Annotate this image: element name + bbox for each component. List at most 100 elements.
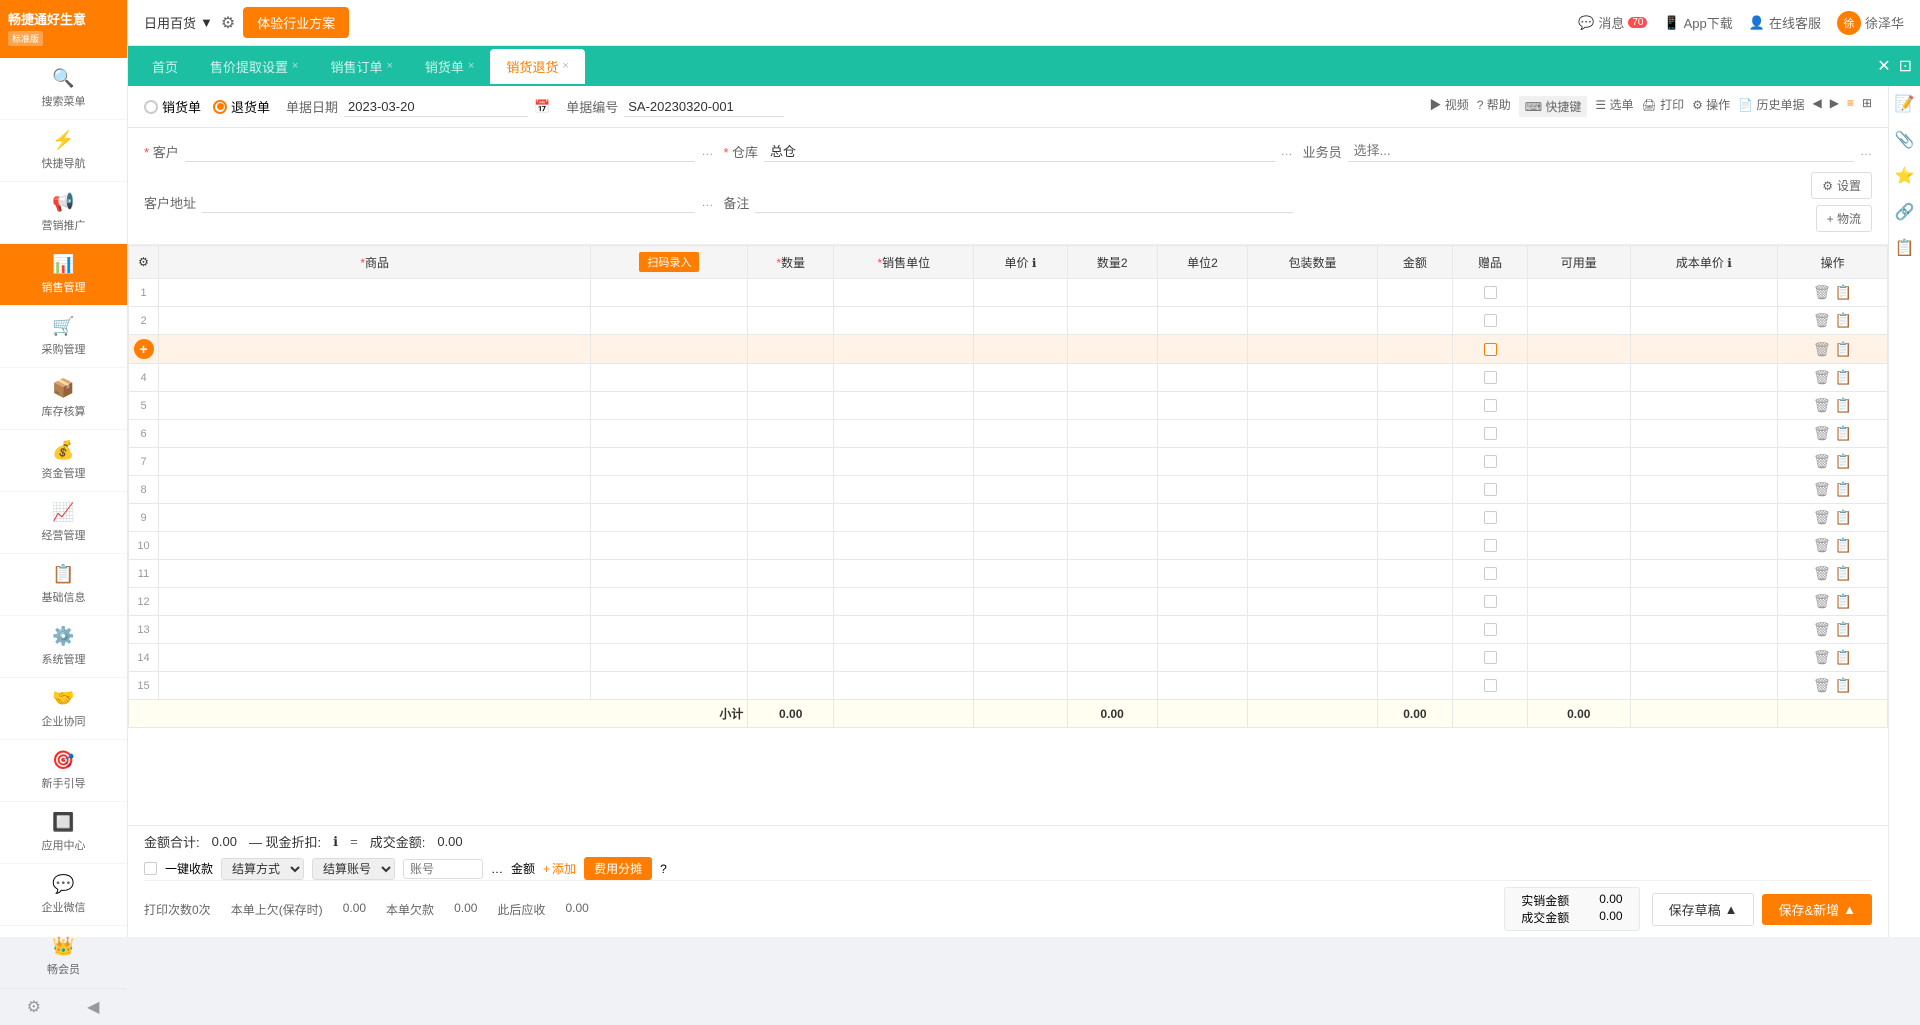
customer-input[interactable]	[185, 140, 696, 162]
qty2-cell[interactable]	[1067, 588, 1157, 616]
shortcut-btn[interactable]: ⌨ 快捷键	[1519, 96, 1588, 117]
settlement-select[interactable]: 结算方式	[221, 858, 304, 880]
cost-price-cell[interactable]	[1630, 448, 1778, 476]
amount-cell[interactable]	[1377, 307, 1452, 335]
gift-cell[interactable]	[1452, 644, 1527, 672]
available-cell[interactable]	[1528, 532, 1630, 560]
available-cell[interactable]	[1528, 504, 1630, 532]
amount-cell[interactable]	[1377, 504, 1452, 532]
gift-checkbox[interactable]	[1484, 399, 1497, 412]
product-cell[interactable]	[159, 279, 591, 307]
cost-price-cell[interactable]	[1630, 504, 1778, 532]
gift-cell[interactable]	[1452, 364, 1527, 392]
view-list-icon[interactable]: ≡	[1847, 96, 1854, 117]
cost-price-cell[interactable]	[1630, 279, 1778, 307]
unit-cell[interactable]	[834, 672, 974, 700]
salesperson-dots-btn[interactable]: …	[1860, 144, 1872, 158]
one-click-checkbox[interactable]	[144, 862, 157, 875]
right-panel-icon-5[interactable]: 📋	[1895, 238, 1915, 258]
sidebar-collapse-btn[interactable]: ◀	[68, 997, 120, 1017]
unit-cell[interactable]	[834, 392, 974, 420]
pack-qty-cell[interactable]	[1248, 532, 1378, 560]
message-btn[interactable]: 💬 消息 70	[1578, 13, 1647, 32]
available-cell[interactable]	[1528, 616, 1630, 644]
sidebar-item-apps[interactable]: 🔲 应用中心	[0, 802, 127, 864]
sidebar-item-enterprise[interactable]: 🤝 企业协同	[0, 678, 127, 740]
sidebar-item-inventory[interactable]: 📦 库存核算	[0, 368, 127, 430]
gift-checkbox[interactable]	[1484, 286, 1497, 299]
cost-price-cell[interactable]	[1630, 307, 1778, 335]
gift-cell[interactable]	[1452, 504, 1527, 532]
gift-cell[interactable]	[1452, 420, 1527, 448]
delete-icon[interactable]: 🗑	[1813, 425, 1831, 442]
sidebar-item-sales[interactable]: 📊 销售管理	[0, 244, 127, 306]
cost-price-cell[interactable]	[1630, 364, 1778, 392]
save-draft-button[interactable]: 保存草稿 ▲	[1652, 893, 1755, 926]
radio-delivery[interactable]: 销货单	[144, 97, 201, 116]
amount-cell[interactable]	[1377, 616, 1452, 644]
online-service-btn[interactable]: 👤 在线客服	[1749, 13, 1821, 32]
unit2-cell[interactable]	[1157, 392, 1247, 420]
unit-cell[interactable]	[834, 279, 974, 307]
sidebar-item-finance[interactable]: 💰 资金管理	[0, 430, 127, 492]
copy-row-icon[interactable]: 📋	[1835, 593, 1852, 610]
user-menu[interactable]: 徐 徐泽华	[1837, 11, 1904, 35]
price-cell[interactable]	[974, 672, 1067, 700]
product-cell[interactable]	[159, 335, 591, 364]
available-cell[interactable]	[1528, 392, 1630, 420]
video-btn[interactable]: ▶ 视频	[1429, 96, 1468, 117]
price-cell[interactable]	[974, 279, 1067, 307]
cost-price-cell[interactable]	[1630, 335, 1778, 364]
qty-cell[interactable]	[748, 392, 834, 420]
available-cell[interactable]	[1528, 476, 1630, 504]
delete-icon[interactable]: 🗑	[1813, 677, 1831, 694]
unit-cell[interactable]	[834, 364, 974, 392]
tab-sales-order[interactable]: 销售订单 ×	[314, 49, 408, 84]
tab-sales-return[interactable]: 销货退货 ×	[490, 49, 584, 84]
unit2-cell[interactable]	[1157, 532, 1247, 560]
logistics-btn[interactable]: + 物流	[1816, 205, 1872, 232]
calendar-icon[interactable]: 📅	[534, 99, 550, 115]
qty-cell[interactable]	[748, 560, 834, 588]
qty-cell[interactable]	[748, 448, 834, 476]
unit-cell[interactable]	[834, 616, 974, 644]
amount-cell[interactable]	[1377, 392, 1452, 420]
sidebar-settings-btn[interactable]: ⚙	[8, 997, 60, 1017]
product-cell[interactable]	[159, 588, 591, 616]
unit2-cell[interactable]	[1157, 279, 1247, 307]
docno-input[interactable]	[624, 97, 784, 117]
account-input[interactable]	[403, 859, 483, 879]
unit2-cell[interactable]	[1157, 307, 1247, 335]
topbar-gear-icon[interactable]: ⚙	[221, 13, 235, 33]
delete-icon[interactable]: 🗑	[1813, 565, 1831, 582]
qty-cell[interactable]	[748, 644, 834, 672]
product-cell[interactable]	[159, 504, 591, 532]
amount-cell[interactable]	[1377, 560, 1452, 588]
close-price-settings-icon[interactable]: ×	[292, 60, 298, 72]
unit-cell[interactable]	[834, 448, 974, 476]
sidebar-item-search[interactable]: 🔍 搜索菜单	[0, 58, 127, 120]
right-panel-icon-4[interactable]: 🔗	[1895, 202, 1915, 222]
available-cell[interactable]	[1528, 364, 1630, 392]
amount-cell[interactable]	[1377, 279, 1452, 307]
radio-return[interactable]: 退货单	[213, 97, 270, 116]
product-cell[interactable]	[159, 560, 591, 588]
qty2-cell[interactable]	[1067, 307, 1157, 335]
unit2-cell[interactable]	[1157, 504, 1247, 532]
tab-delivery[interactable]: 销货单 ×	[409, 49, 490, 84]
close-sales-return-icon[interactable]: ×	[562, 60, 568, 72]
pack-qty-cell[interactable]	[1248, 279, 1378, 307]
price-cell[interactable]	[974, 476, 1067, 504]
unit-cell[interactable]	[834, 335, 974, 364]
gift-checkbox[interactable]	[1484, 455, 1497, 468]
delete-icon[interactable]: 🗑	[1813, 593, 1831, 610]
print-btn[interactable]: 🖨 打印	[1642, 96, 1685, 117]
gift-cell[interactable]	[1452, 476, 1527, 504]
unit2-cell[interactable]	[1157, 335, 1247, 364]
price-cell[interactable]	[974, 335, 1067, 364]
gift-cell[interactable]	[1452, 448, 1527, 476]
product-cell[interactable]	[159, 644, 591, 672]
unit2-cell[interactable]	[1157, 420, 1247, 448]
pack-qty-cell[interactable]	[1248, 476, 1378, 504]
settings-btn[interactable]: ⚙ 设置	[1811, 172, 1872, 199]
